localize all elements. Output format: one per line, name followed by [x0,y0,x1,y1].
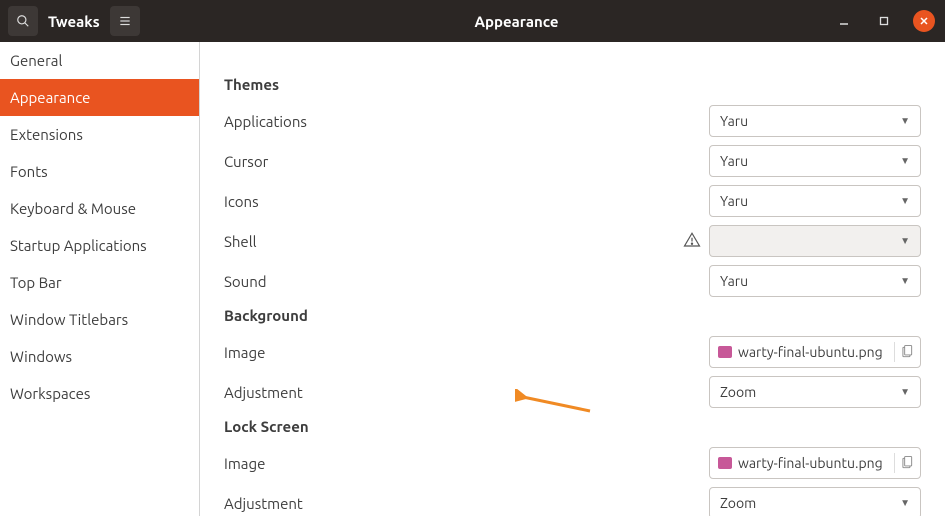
sidebar-item-label: Workspaces [10,385,90,402]
menu-button[interactable] [110,6,140,36]
row-label: Sound [224,273,484,290]
row-label: Applications [224,113,484,130]
lockscreen-adjustment-combo[interactable]: Zoom ▼ [709,487,921,516]
close-button[interactable] [913,10,935,32]
lockscreen-image-chooser[interactable]: warty-final-ubuntu.png [709,447,921,479]
sidebar-item-keyboard-mouse[interactable]: Keyboard & Mouse [0,190,199,227]
combo-value: Yaru [720,113,900,129]
applications-combo[interactable]: Yaru ▼ [709,105,921,137]
chevron-down-icon: ▼ [900,115,910,127]
search-button[interactable] [8,6,38,36]
sidebar-item-workspaces[interactable]: Workspaces [0,375,199,412]
row-ls-adjustment: Adjustment Zoom ▼ [224,483,921,516]
close-icon [919,16,929,26]
sidebar-item-general[interactable]: General [0,42,199,79]
minimize-icon [839,16,849,26]
sidebar-item-startup-applications[interactable]: Startup Applications [0,227,199,264]
chevron-down-icon: ▼ [900,195,910,207]
background-adjustment-combo[interactable]: Zoom ▼ [709,376,921,408]
combo-value: Yaru [720,153,900,169]
titlebar-left: Tweaks [0,6,200,36]
warning-icon [683,231,701,252]
window-controls [833,10,945,32]
sidebar-item-window-titlebars[interactable]: Window Titlebars [0,301,199,338]
page-title: Appearance [200,13,833,30]
chevron-down-icon: ▼ [900,275,910,287]
combo-value: Yaru [720,193,900,209]
chevron-down-icon: ▼ [900,235,910,247]
row-bg-adjustment: Adjustment Zoom ▼ [224,372,921,412]
section-title-themes: Themes [224,76,921,93]
sidebar-item-label: Appearance [10,89,90,106]
row-sound: Sound Yaru ▼ [224,261,921,301]
app-name: Tweaks [48,13,100,30]
minimize-button[interactable] [833,10,855,32]
row-label: Icons [224,193,484,210]
combo-value: Zoom [720,384,900,400]
sidebar-item-label: Startup Applications [10,237,147,254]
sidebar-item-label: General [10,52,62,69]
sidebar-item-label: Fonts [10,163,48,180]
sidebar-item-appearance[interactable]: Appearance [0,79,199,116]
hamburger-icon [118,14,132,28]
background-image-chooser[interactable]: warty-final-ubuntu.png [709,336,921,368]
sidebar-item-fonts[interactable]: Fonts [0,153,199,190]
row-ls-image: Image warty-final-ubuntu.png [224,443,921,483]
chevron-down-icon: ▼ [900,386,910,398]
image-icon [718,457,732,469]
row-label: Adjustment [224,495,484,512]
content: General Appearance Extensions Fonts Keyb… [0,42,945,516]
row-shell: Shell ▼ [224,221,921,261]
section-title-lock-screen: Lock Screen [224,418,921,435]
sidebar-item-label: Window Titlebars [10,311,128,328]
row-bg-image: Image warty-final-ubuntu.png [224,332,921,372]
row-icons: Icons Yaru ▼ [224,181,921,221]
icons-combo[interactable]: Yaru ▼ [709,185,921,217]
sidebar-item-label: Windows [10,348,72,365]
sound-combo[interactable]: Yaru ▼ [709,265,921,297]
open-file-icon [894,342,914,362]
row-label: Cursor [224,153,484,170]
titlebar: Tweaks Appearance [0,0,945,42]
sidebar-item-windows[interactable]: Windows [0,338,199,375]
row-label: Image [224,455,484,472]
cursor-combo[interactable]: Yaru ▼ [709,145,921,177]
row-label: Adjustment [224,384,484,401]
row-applications: Applications Yaru ▼ [224,101,921,141]
row-label: Shell [224,233,484,250]
open-file-icon [894,453,914,473]
sidebar-item-label: Keyboard & Mouse [10,200,136,217]
chevron-down-icon: ▼ [900,155,910,167]
image-icon [718,346,732,358]
file-name: warty-final-ubuntu.png [738,344,888,360]
maximize-icon [879,16,889,26]
sidebar-item-label: Extensions [10,126,83,143]
main-panel: Themes Applications Yaru ▼ Cursor Yaru ▼… [200,42,945,516]
maximize-button[interactable] [873,10,895,32]
chevron-down-icon: ▼ [900,497,910,509]
sidebar-item-extensions[interactable]: Extensions [0,116,199,153]
combo-value: Yaru [720,273,900,289]
search-icon [16,14,30,28]
file-name: warty-final-ubuntu.png [738,455,888,471]
section-title-background: Background [224,307,921,324]
sidebar: General Appearance Extensions Fonts Keyb… [0,42,200,516]
combo-value: Zoom [720,495,900,511]
sidebar-item-label: Top Bar [10,274,62,291]
sidebar-item-top-bar[interactable]: Top Bar [0,264,199,301]
row-cursor: Cursor Yaru ▼ [224,141,921,181]
row-label: Image [224,344,484,361]
shell-combo: ▼ [709,225,921,257]
